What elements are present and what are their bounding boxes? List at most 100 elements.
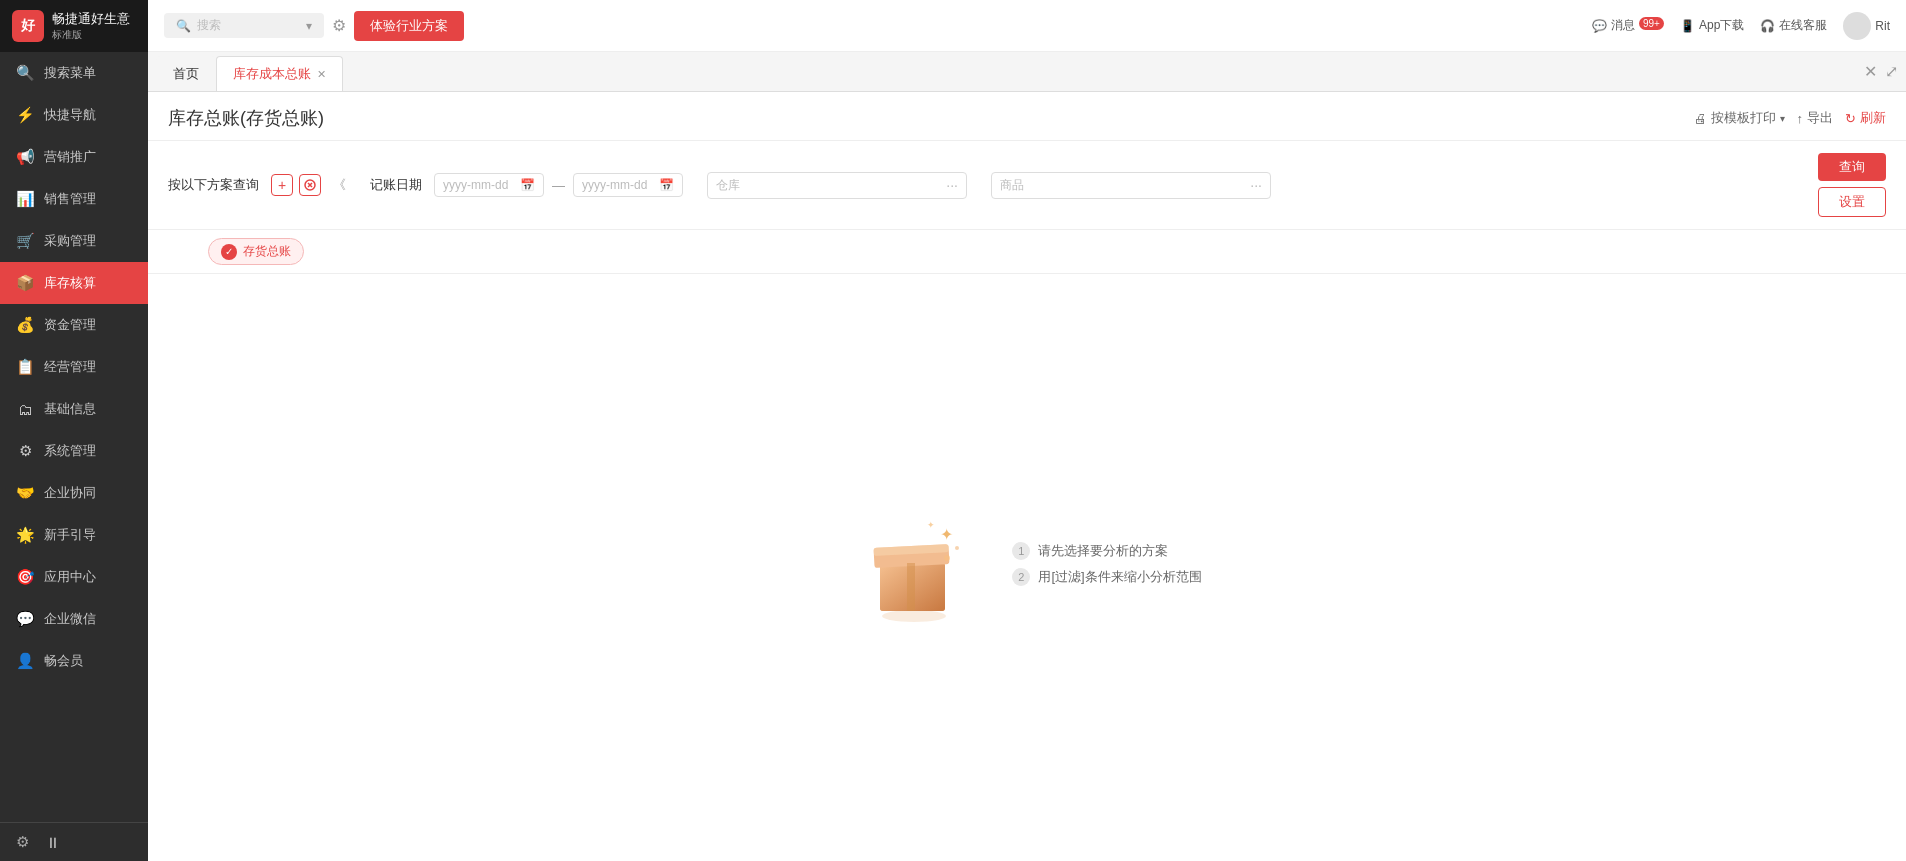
purchase-icon: 🛒 [16,232,34,250]
empty-text: 1 请先选择要分析的方案 2 用[过滤]条件来缩小分析范围 [1012,542,1201,594]
tab-inventory-cost[interactable]: 库存成本总账 ✕ [216,56,343,91]
tag-icon: ✓ [221,244,237,260]
sidebar-item-basic[interactable]: 🗂 基础信息 [0,388,148,430]
tab-close-panel-icon[interactable]: ✕ [1864,62,1877,81]
svg-point-9 [944,555,950,561]
filter-add-btn[interactable]: + [271,174,293,196]
newbie-icon: 🌟 [16,526,34,544]
search-bar[interactable]: 🔍 搜索 ▾ [164,13,324,38]
filter-bar: 按以下方案查询 + 《 记账日期 yyyy-mm-dd 📅 — yyyy-mm-… [148,141,1906,230]
app-download-btn[interactable]: 📱 App下载 [1680,17,1744,34]
step2-num: 2 [1012,568,1030,586]
filter-group: 记账日期 yyyy-mm-dd 📅 — yyyy-mm-dd 📅 仓库 ··· … [370,172,1802,199]
phone-icon: 📱 [1680,19,1695,33]
date-start-input[interactable]: yyyy-mm-dd 📅 [434,173,544,197]
page-header: 库存总账(存货总账) 🖨 按模板打印 ▾ ↑ 导出 ↻ 刷新 [148,92,1906,141]
topbar-left: 🔍 搜索 ▾ ⚙ 体验行业方案 [164,11,1580,41]
sidebar-bottom: ⚙ ⏸ [0,822,148,861]
svg-text:✦: ✦ [927,520,935,530]
enterprise-icon: 🤝 [16,484,34,502]
app-logo: 好 畅捷通好生意 标准版 [0,0,148,52]
operations-icon: 📋 [16,358,34,376]
sidebar-item-enterprise[interactable]: 🤝 企业协同 [0,472,148,514]
calendar-icon-start: 📅 [520,178,535,192]
member-icon: 👤 [16,652,34,670]
print-btn[interactable]: 🖨 按模板打印 ▾ [1694,109,1785,127]
sales-icon: 📊 [16,190,34,208]
print-dropdown-icon: ▾ [1780,113,1785,124]
sidebar-item-member[interactable]: 👤 畅会员 [0,640,148,682]
date-end-input[interactable]: yyyy-mm-dd 📅 [573,173,683,197]
marketing-icon: 📢 [16,148,34,166]
print-icon: 🖨 [1694,111,1707,126]
filter-reset-btn[interactable] [299,174,321,196]
refresh-btn[interactable]: ↻ 刷新 [1845,109,1886,127]
page-title: 库存总账(存货总账) [168,106,324,130]
sidebar-menu: 🔍 搜索菜单 ⚡ 快捷导航 📢 营销推广 📊 销售管理 🛒 采购管理 📦 库存核… [0,52,148,822]
tab-close-icon[interactable]: ✕ [317,68,326,81]
finance-icon: 💰 [16,316,34,334]
tab-home[interactable]: 首页 [156,56,216,91]
sidebar-item-sales[interactable]: 📊 销售管理 [0,178,148,220]
refresh-icon: ↻ [1845,111,1856,126]
empty-box-svg: ✦ ✦ [852,508,972,628]
tab-expand-icon[interactable]: ⤢ [1885,62,1898,81]
page-actions: 🖨 按模板打印 ▾ ↑ 导出 ↻ 刷新 [1694,109,1887,127]
apps-icon: 🎯 [16,568,34,586]
wechat-icon: 💬 [16,610,34,628]
sidebar-item-newbie[interactable]: 🌟 新手引导 [0,514,148,556]
filter-label: 按以下方案查询 [168,176,259,194]
sidebar-item-operations[interactable]: 📋 经营管理 [0,346,148,388]
export-btn[interactable]: ↑ 导出 [1797,109,1834,127]
sidebar-item-purchase[interactable]: 🛒 采购管理 [0,220,148,262]
settings-bottom-icon[interactable]: ⚙ [16,833,29,851]
content-area: 库存总账(存货总账) 🖨 按模板打印 ▾ ↑ 导出 ↻ 刷新 按以下方案查询 [148,92,1906,861]
sidebar-item-quick-nav[interactable]: ⚡ 快捷导航 [0,94,148,136]
svg-text:✦: ✦ [940,526,953,543]
sidebar-item-inventory[interactable]: 📦 库存核算 [0,262,148,304]
inventory-icon: 📦 [16,274,34,292]
sidebar-item-system[interactable]: ⚙ 系统管理 [0,430,148,472]
date-separator: — [552,178,565,193]
user-profile[interactable]: Rit [1843,12,1890,40]
avatar [1843,12,1871,40]
message-icon: 💬 [1592,19,1607,33]
export-icon: ↑ [1797,111,1804,126]
system-icon: ⚙ [16,442,34,460]
audio-icon[interactable]: ⏸ [45,834,60,851]
product-select[interactable]: 商品 ··· [991,172,1271,199]
topbar-right: 💬 消息 99+ 📱 App下载 🎧 在线客服 Rit [1592,12,1890,40]
tabbar: 首页 库存成本总账 ✕ ✕ ⤢ [148,52,1906,92]
search-icon-top: 🔍 [176,19,191,33]
settings-icon-topbar[interactable]: ⚙ [332,16,346,35]
sidebar-item-marketing[interactable]: 📢 营销推广 [0,136,148,178]
empty-illustration: ✦ ✦ [852,508,972,628]
online-support-btn[interactable]: 🎧 在线客服 [1760,17,1827,34]
svg-point-10 [955,546,959,550]
svg-point-1 [882,610,946,622]
headset-icon: 🎧 [1760,19,1775,33]
sidebar-item-wechat[interactable]: 💬 企业微信 [0,598,148,640]
calendar-icon-end: 📅 [659,178,674,192]
empty-state: ✦ ✦ 1 请先选择要分析的方案 [148,274,1906,861]
warehouse-more-icon: ··· [946,177,958,193]
topbar: 🔍 搜索 ▾ ⚙ 体验行业方案 💬 消息 99+ 📱 App下载 🎧 在线客服 [148,0,1906,52]
search-btn[interactable]: 查询 [1818,153,1886,181]
sidebar-item-finance[interactable]: 💰 资金管理 [0,304,148,346]
industry-btn[interactable]: 体验行业方案 [354,11,464,41]
sub-filter-bar: ✓ 存货总账 [148,230,1906,274]
filter-collapse-icon[interactable]: 《 [333,176,346,194]
logo-text: 畅捷通好生意 标准版 [52,10,130,42]
reset-icon [304,179,316,191]
sidebar-item-search[interactable]: 🔍 搜索菜单 [0,52,148,94]
filter-tag-inventory[interactable]: ✓ 存货总账 [208,238,304,265]
filter-actions: 查询 设置 [1818,153,1886,217]
setup-btn[interactable]: 设置 [1818,187,1886,217]
sidebar: 好 畅捷通好生意 标准版 🔍 搜索菜单 ⚡ 快捷导航 📢 营销推广 📊 销售管理… [0,0,148,861]
messages-btn[interactable]: 💬 消息 99+ [1592,17,1664,34]
product-more-icon: ··· [1250,177,1262,193]
sidebar-item-apps[interactable]: 🎯 应用中心 [0,556,148,598]
step1-num: 1 [1012,542,1030,560]
dropdown-icon: ▾ [306,19,312,33]
warehouse-select[interactable]: 仓库 ··· [707,172,967,199]
